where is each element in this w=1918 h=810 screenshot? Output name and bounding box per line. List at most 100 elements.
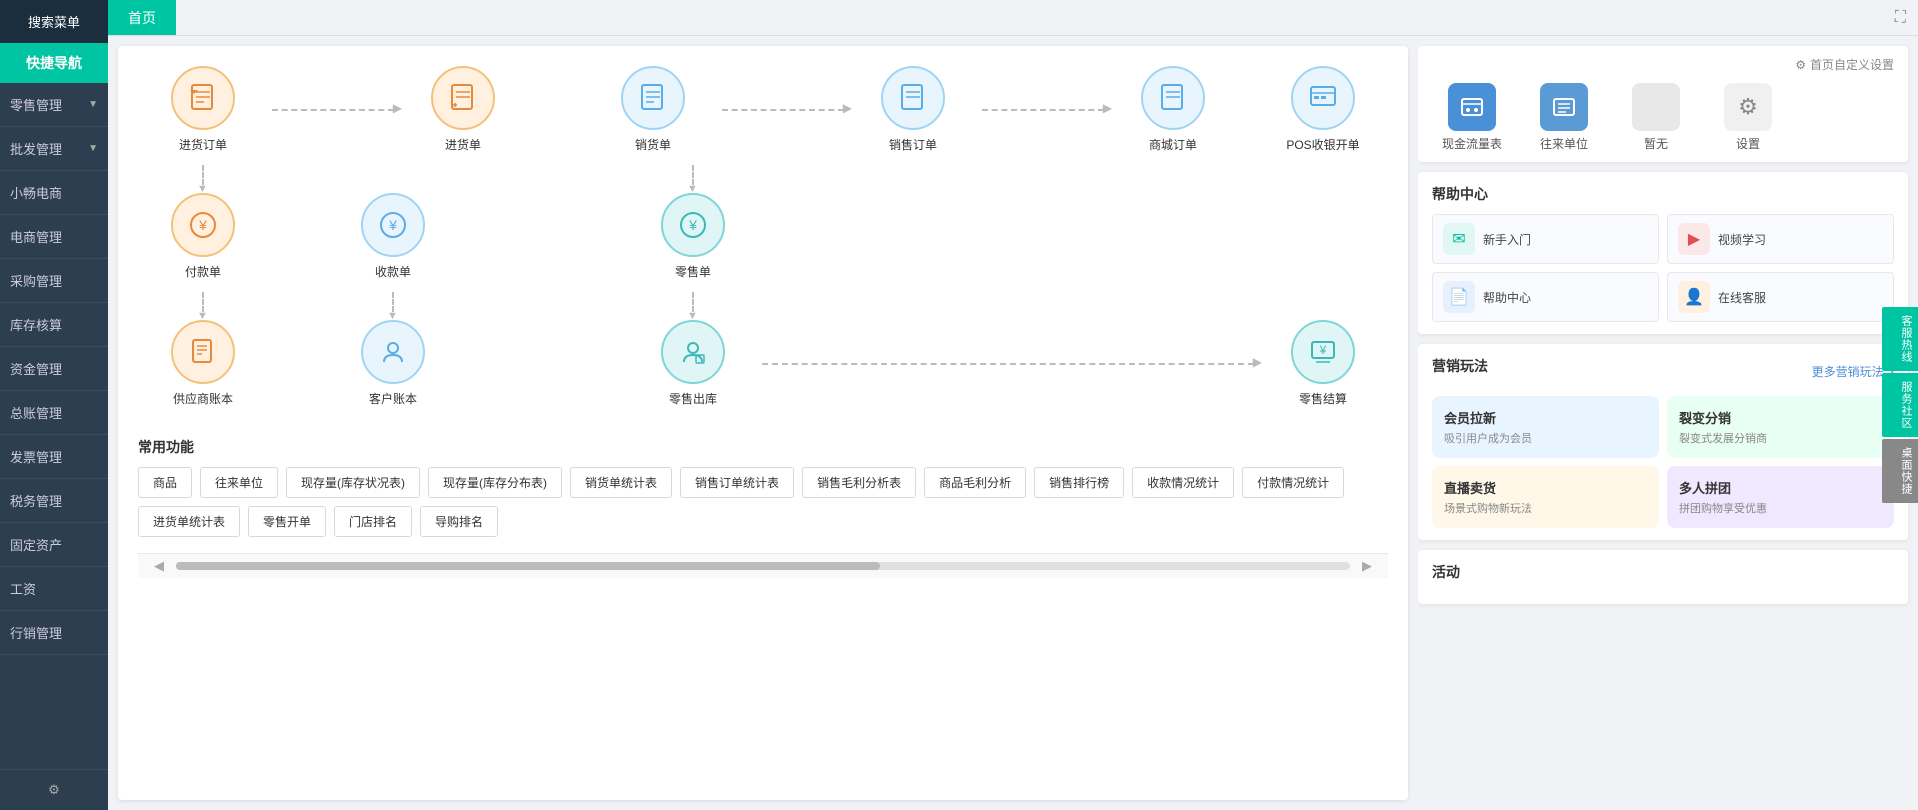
marketing-live[interactable]: 直播卖货 场景式购物新玩法 bbox=[1432, 466, 1659, 528]
flow-node-sales[interactable]: 销货单 bbox=[588, 66, 718, 153]
func-btn-product-profit[interactable]: 商品毛利分析 bbox=[924, 467, 1026, 498]
sidebar-settings-button[interactable]: ⚙ bbox=[0, 769, 108, 810]
cashflow-label: 现金流量表 bbox=[1442, 135, 1502, 152]
scroll-right-btn[interactable]: ▶ bbox=[1356, 558, 1378, 574]
payment-icon: ¥ bbox=[171, 193, 235, 257]
content-area: 进货订单 进货单 bbox=[108, 36, 1918, 810]
func-btn-sales-order-stat[interactable]: 销售订单统计表 bbox=[680, 467, 794, 498]
float-btn-desktop[interactable]: 桌面快捷 bbox=[1882, 439, 1918, 503]
scroll-left-btn[interactable]: ◀ bbox=[148, 558, 170, 574]
sidebar-item-fixed-assets[interactable]: 固定资产 bbox=[0, 523, 108, 567]
mall-order-label: 商城订单 bbox=[1149, 136, 1197, 153]
flow-diagram: 进货订单 进货单 bbox=[138, 66, 1388, 407]
arrow-2 bbox=[722, 109, 844, 111]
flow-node-customer-book[interactable]: 客户账本 bbox=[328, 320, 458, 407]
sidebar: 搜索菜单 快捷导航 零售管理 ▼ 批发管理 ▼ 小畅电商 电商管理 采购管理 库… bbox=[0, 0, 108, 810]
flow-node-receipt[interactable]: ¥ 收款单 bbox=[328, 193, 458, 280]
tab-home[interactable]: 首页 bbox=[108, 0, 176, 35]
flow-node-purchase[interactable]: 进货单 bbox=[398, 66, 528, 153]
svg-text:¥: ¥ bbox=[198, 217, 207, 233]
func-btn-retail-open[interactable]: 零售开单 bbox=[248, 506, 326, 537]
func-btn-sales-rank[interactable]: 销售排行榜 bbox=[1034, 467, 1124, 498]
sidebar-item-inventory[interactable]: 库存核算 bbox=[0, 303, 108, 347]
flow-node-payment[interactable]: ¥ 付款单 bbox=[138, 193, 268, 280]
payment-label: 付款单 bbox=[185, 263, 221, 280]
func-btn-payment-stat[interactable]: 付款情况统计 bbox=[1242, 467, 1344, 498]
service-icon: 👤 bbox=[1678, 281, 1710, 313]
func-btn-store-rank[interactable]: 门店排名 bbox=[334, 506, 412, 537]
help-item-help[interactable]: 📄 帮助中心 bbox=[1432, 272, 1659, 322]
video-label: 视频学习 bbox=[1718, 231, 1766, 248]
sidebar-item-wholesale[interactable]: 批发管理 ▼ bbox=[0, 127, 108, 171]
flow-node-mall-order[interactable]: 商城订单 bbox=[1108, 66, 1238, 153]
service-label: 在线客服 bbox=[1718, 289, 1766, 306]
func-btn-inventory-status[interactable]: 现存量(库存状况表) bbox=[286, 467, 420, 498]
sidebar-item-invoice[interactable]: 发票管理 bbox=[0, 435, 108, 479]
qa-empty[interactable]: 暂无 bbox=[1616, 83, 1696, 152]
activity-section: 活动 bbox=[1418, 550, 1908, 604]
down-arrow-payment bbox=[202, 292, 204, 312]
float-btn-community[interactable]: 服务社区 bbox=[1882, 373, 1918, 437]
sidebar-item-retail[interactable]: 零售管理 ▼ bbox=[0, 83, 108, 127]
qa-settings-icon[interactable]: ⚙ 设置 bbox=[1708, 83, 1788, 152]
scroll-thumb bbox=[176, 562, 880, 570]
sidebar-item-ecom-mgmt[interactable]: 电商管理 bbox=[0, 215, 108, 259]
func-btn-sales-stat[interactable]: 销货单统计表 bbox=[570, 467, 672, 498]
main-area: 首页 ⛶ 进货订单 bbox=[108, 0, 1918, 810]
flow-node-retail-out[interactable]: 零售出库 bbox=[628, 320, 758, 407]
help-title: 帮助中心 bbox=[1432, 184, 1894, 204]
marketing-title: 营销玩法 bbox=[1432, 356, 1488, 376]
flow-node-pos[interactable]: POS收银开单 bbox=[1258, 66, 1388, 153]
sidebar-item-ledger[interactable]: 总账管理 bbox=[0, 391, 108, 435]
marketing-header: 营销玩法 更多营销玩法 > bbox=[1432, 356, 1894, 386]
func-btn-purchase-stat[interactable]: 进货单统计表 bbox=[138, 506, 240, 537]
flow-diagram-wrapper: 进货订单 进货单 bbox=[138, 66, 1388, 417]
expand-icon[interactable]: ⛶ bbox=[1883, 0, 1918, 35]
float-buttons: 客服热线 服务社区 桌面快捷 bbox=[1882, 307, 1918, 503]
sidebar-item-ecommerce[interactable]: 小畅电商 bbox=[0, 171, 108, 215]
func-btn-guide-rank[interactable]: 导购排名 bbox=[420, 506, 498, 537]
group-title: 多人拼团 bbox=[1679, 478, 1882, 497]
arrow-1 bbox=[272, 109, 394, 111]
fission-title: 裂变分销 bbox=[1679, 408, 1882, 427]
sidebar-item-tax[interactable]: 税务管理 bbox=[0, 479, 108, 523]
sidebar-nav-header: 快捷导航 bbox=[0, 43, 108, 83]
retail-bill-icon: ¥ bbox=[661, 193, 725, 257]
help-item-video[interactable]: ▶ 视频学习 bbox=[1667, 214, 1894, 264]
marketing-fission[interactable]: 裂变分销 裂变式发展分销商 bbox=[1667, 396, 1894, 458]
help-item-beginner[interactable]: ✉ 新手入门 bbox=[1432, 214, 1659, 264]
retail-out-icon bbox=[661, 320, 725, 384]
scroll-bar-area: ◀ ▶ bbox=[138, 553, 1388, 578]
scroll-track[interactable] bbox=[176, 562, 1350, 570]
help-section: 帮助中心 ✉ 新手入门 ▶ 视频学习 📄 帮助中心 👤 bbox=[1418, 172, 1908, 334]
func-btn-sales-profit[interactable]: 销售毛利分析表 bbox=[802, 467, 916, 498]
help-item-service[interactable]: 👤 在线客服 bbox=[1667, 272, 1894, 322]
func-btn-product[interactable]: 商品 bbox=[138, 467, 192, 498]
flow-node-retail-settle[interactable]: ¥ 零售结算 bbox=[1258, 320, 1388, 407]
func-btn-partners[interactable]: 往来单位 bbox=[200, 467, 278, 498]
sidebar-item-marketing[interactable]: 行销管理 bbox=[0, 611, 108, 655]
sidebar-search[interactable]: 搜索菜单 bbox=[0, 0, 108, 43]
retail-settle-label: 零售结算 bbox=[1299, 390, 1347, 407]
marketing-group[interactable]: 多人拼团 拼团购物享受优惠 bbox=[1667, 466, 1894, 528]
flow-node-sales-order[interactable]: 销售订单 bbox=[848, 66, 978, 153]
gear-icon: ⚙ bbox=[48, 782, 60, 797]
qa-partners[interactable]: 往来单位 bbox=[1524, 83, 1604, 152]
func-btn-receipt-stat[interactable]: 收款情况统计 bbox=[1132, 467, 1234, 498]
down-arrow-retail-bill bbox=[692, 292, 694, 312]
flow-node-purchase-order[interactable]: 进货订单 bbox=[138, 66, 268, 153]
down-arrows-1 bbox=[138, 163, 1388, 187]
mall-order-icon bbox=[1141, 66, 1205, 130]
qa-settings-btn[interactable]: ⚙ 首页自定义设置 bbox=[1795, 56, 1894, 73]
sidebar-item-purchase[interactable]: 采购管理 bbox=[0, 259, 108, 303]
func-btn-grid: 商品 往来单位 现存量(库存状况表) 现存量(库存分布表) 销货单统计表 销售订… bbox=[138, 467, 1388, 537]
sidebar-item-salary[interactable]: 工资 bbox=[0, 567, 108, 611]
beginner-label: 新手入门 bbox=[1483, 231, 1531, 248]
flow-node-retail-bill[interactable]: ¥ 零售单 bbox=[628, 193, 758, 280]
flow-node-supplier-book[interactable]: 供应商账本 bbox=[138, 320, 268, 407]
float-btn-service[interactable]: 客服热线 bbox=[1882, 307, 1918, 371]
func-btn-inventory-dist[interactable]: 现存量(库存分布表) bbox=[428, 467, 562, 498]
qa-cashflow[interactable]: 现金流量表 bbox=[1432, 83, 1512, 152]
marketing-member[interactable]: 会员拉新 吸引用户成为会员 bbox=[1432, 396, 1659, 458]
sidebar-item-finance[interactable]: 资金管理 bbox=[0, 347, 108, 391]
